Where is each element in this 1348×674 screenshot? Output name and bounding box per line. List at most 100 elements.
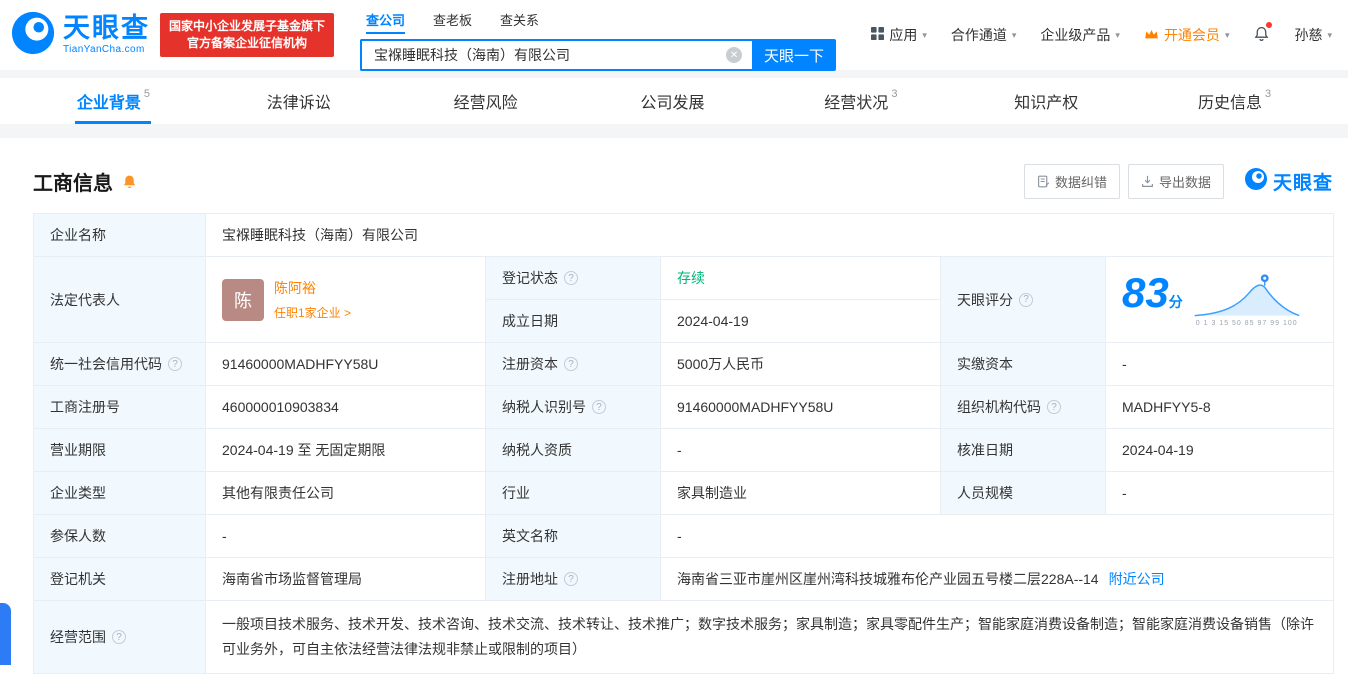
search-button[interactable]: 天眼一下 <box>752 39 837 71</box>
search-area: 查公司 查老板 查关系 ✕ 天眼一下 <box>360 4 837 71</box>
chevron-down-icon: ▾ <box>1115 29 1120 40</box>
tab-intellectual-property[interactable]: 知识产权 <box>954 78 1141 124</box>
logo-text-cn: 天眼查 <box>63 13 150 43</box>
search-tab-relation[interactable]: 查关系 <box>500 10 539 34</box>
approval-date-label: 核准日期 <box>940 428 1106 472</box>
section-title: 工商信息 <box>33 173 113 195</box>
legal-rep-label: 法定代表人 <box>33 256 206 343</box>
score-unit: 分 <box>1168 294 1183 310</box>
table-row: 工商注册号 460000010903834 纳税人识别号? 91460000MA… <box>33 385 1335 429</box>
company-name-value: 宝褓睡眠科技（海南）有限公司 <box>204 213 1335 257</box>
table-row: 统一社会信用代码? 91460000MADHFYY58U 注册资本? 5000万… <box>33 342 1335 386</box>
nav-open-vip[interactable]: 开通会员 ▾ <box>1144 25 1229 45</box>
chevron-down-icon: ▾ <box>1327 29 1332 40</box>
taxpayer-id-value: 91460000MADHFYY58U <box>660 385 941 429</box>
nearby-companies-link[interactable]: 附近公司 <box>1109 571 1165 587</box>
credit-code-label: 统一社会信用代码? <box>33 342 206 386</box>
header-nav: 应用 ▾ 合作通道 ▾ 企业级产品 ▾ 开通会员 ▾ 孙慈 ▾ <box>871 21 1332 46</box>
table-row: 企业名称 宝褓睡眠科技（海南）有限公司 <box>33 213 1335 257</box>
reg-capital-label: 注册资本? <box>485 342 661 386</box>
search-tab-boss[interactable]: 查老板 <box>433 10 472 34</box>
score-distribution-chart: 0 1 3 15 50 85 97 99 100 <box>1191 272 1303 327</box>
legal-rep-avatar[interactable]: 陈 <box>222 278 264 321</box>
info-icon[interactable]: ? <box>564 271 578 285</box>
info-icon[interactable]: ? <box>112 630 126 645</box>
org-code-value: MADHFYY5-8 <box>1104 385 1335 429</box>
reg-address-value: 海南省三亚市崖州区崖州湾科技城雅布伦产业园五号楼二层228A--14 <box>677 571 1099 587</box>
chevron-down-icon: ▾ <box>1011 29 1017 40</box>
username: 孙慈 <box>1294 27 1323 43</box>
legal-rep-employment-link[interactable]: 任职1家企业 > <box>274 304 351 321</box>
export-data-button[interactable]: 导出数据 <box>1127 164 1224 199</box>
info-icon[interactable]: ? <box>564 572 578 586</box>
score-cell: 83分 0 1 3 15 50 85 97 99 100 <box>1104 256 1335 343</box>
score-value: 83 <box>1122 269 1169 316</box>
clear-search-icon[interactable]: ✕ <box>726 47 743 63</box>
org-code-label: 组织机构代码? <box>940 385 1106 429</box>
monitor-bell-icon[interactable] <box>121 173 138 191</box>
establish-date-value: 2024-04-19 <box>660 299 941 343</box>
chevron-down-icon: ▾ <box>922 29 927 40</box>
business-term-value: 2024-04-19 至 无固定期限 <box>205 428 486 472</box>
nav-user-menu[interactable]: 孙慈 ▾ <box>1294 25 1332 45</box>
company-name-label: 企业名称 <box>33 213 206 257</box>
tab-history-info[interactable]: 历史信息 3 <box>1141 78 1328 124</box>
tab-company-background[interactable]: 企业背景 5 <box>20 78 207 124</box>
reg-authority-label: 登记机关 <box>33 557 206 601</box>
tab-legal-proceedings[interactable]: 法律诉讼 <box>207 78 394 124</box>
floating-widget-handle[interactable] <box>0 603 11 665</box>
table-row: 经营范围? 一般项目技术服务、技术开发、技术咨询、技术交流、技术转让、技术推广；… <box>33 599 1335 674</box>
credit-code-value: 91460000MADHFYY58U <box>205 342 486 386</box>
business-info-section: 工商信息 数据纠错 导出数据 天眼查 企业名称 宝褓睡眠科技（海南）有限公司 法… <box>0 164 1348 674</box>
divider <box>0 124 1348 138</box>
taxpayer-quality-label: 纳税人资质 <box>485 428 661 472</box>
industry-value: 家具制造业 <box>660 471 941 515</box>
nav-enterprise-products[interactable]: 企业级产品 ▾ <box>1040 25 1120 45</box>
info-icon[interactable]: ? <box>564 357 578 371</box>
notification-dot <box>1266 21 1273 28</box>
tab-business-risk[interactable]: 经营风险 <box>394 78 581 124</box>
company-type-value: 其他有限责任公司 <box>205 471 486 515</box>
table-row: 法定代表人 陈 陈阿裕 任职1家企业 > 登记状态? 存续 天眼评分? 83分 … <box>33 256 1335 343</box>
industry-label: 行业 <box>485 471 661 515</box>
insured-count-value: - <box>205 514 486 558</box>
nav-apps[interactable]: 应用 ▾ <box>871 25 927 45</box>
reg-address-cell: 海南省三亚市崖州区崖州湾科技城雅布伦产业园五号楼二层228A--14 附近公司 <box>659 557 1335 601</box>
score-axis-ticks: 0 1 3 15 50 85 97 99 100 <box>1195 320 1298 327</box>
tab-company-development[interactable]: 公司发展 <box>581 78 768 124</box>
tianyancha-watermark: 天眼查 <box>1244 167 1333 197</box>
notification-bell-icon[interactable] <box>1253 21 1273 46</box>
tianyancha-logo[interactable]: 天眼查 TianYanCha.com <box>10 10 150 61</box>
paid-capital-label: 实缴资本 <box>940 342 1106 386</box>
divider <box>0 70 1348 78</box>
tab-operating-status[interactable]: 经营状况 3 <box>767 78 954 124</box>
official-credit-badge: 国家中小企业发展子基金旗下 官方备案企业征信机构 <box>160 13 335 57</box>
table-row: 企业类型 其他有限责任公司 行业 家具制造业 人员规模 - <box>33 471 1335 515</box>
info-icon[interactable]: ? <box>1019 292 1033 307</box>
crown-icon <box>1144 27 1159 43</box>
paid-capital-value: - <box>1104 342 1335 386</box>
info-icon[interactable]: ? <box>168 357 182 371</box>
business-info-table: 企业名称 宝褓睡眠科技（海南）有限公司 法定代表人 陈 陈阿裕 任职1家企业 >… <box>33 213 1335 674</box>
legal-rep-name-link[interactable]: 陈阿裕 <box>274 278 351 298</box>
score-label: 天眼评分? <box>940 256 1106 343</box>
reg-status-value: 存续 <box>660 256 941 300</box>
reg-number-value: 460000010903834 <box>205 385 486 429</box>
info-icon[interactable]: ? <box>1047 400 1061 414</box>
business-scope-label: 经营范围? <box>33 599 206 674</box>
search-input[interactable] <box>360 39 753 71</box>
reg-address-label: 注册地址? <box>485 557 661 601</box>
business-scope-value: 一般项目技术服务、技术开发、技术咨询、技术交流、技术转让、技术推广；数字技术服务… <box>204 599 1335 674</box>
info-icon[interactable]: ? <box>592 400 606 414</box>
table-row: 登记机关 海南省市场监督管理局 注册地址? 海南省三亚市崖州区崖州湾科技城雅布伦… <box>33 557 1335 601</box>
legal-rep-cell: 陈 陈阿裕 任职1家企业 > <box>205 256 486 343</box>
staff-size-label: 人员规模 <box>940 471 1106 515</box>
nav-cooperation[interactable]: 合作通道 ▾ <box>951 25 1017 45</box>
search-tab-company[interactable]: 查公司 <box>366 10 406 34</box>
reg-capital-value: 5000万人民币 <box>660 342 941 386</box>
table-row: 参保人数 - 英文名称 - <box>33 514 1335 558</box>
reg-number-label: 工商注册号 <box>33 385 206 429</box>
staff-size-value: - <box>1104 471 1335 515</box>
data-correction-button[interactable]: 数据纠错 <box>1023 164 1120 199</box>
establish-date-label: 成立日期 <box>485 299 661 343</box>
